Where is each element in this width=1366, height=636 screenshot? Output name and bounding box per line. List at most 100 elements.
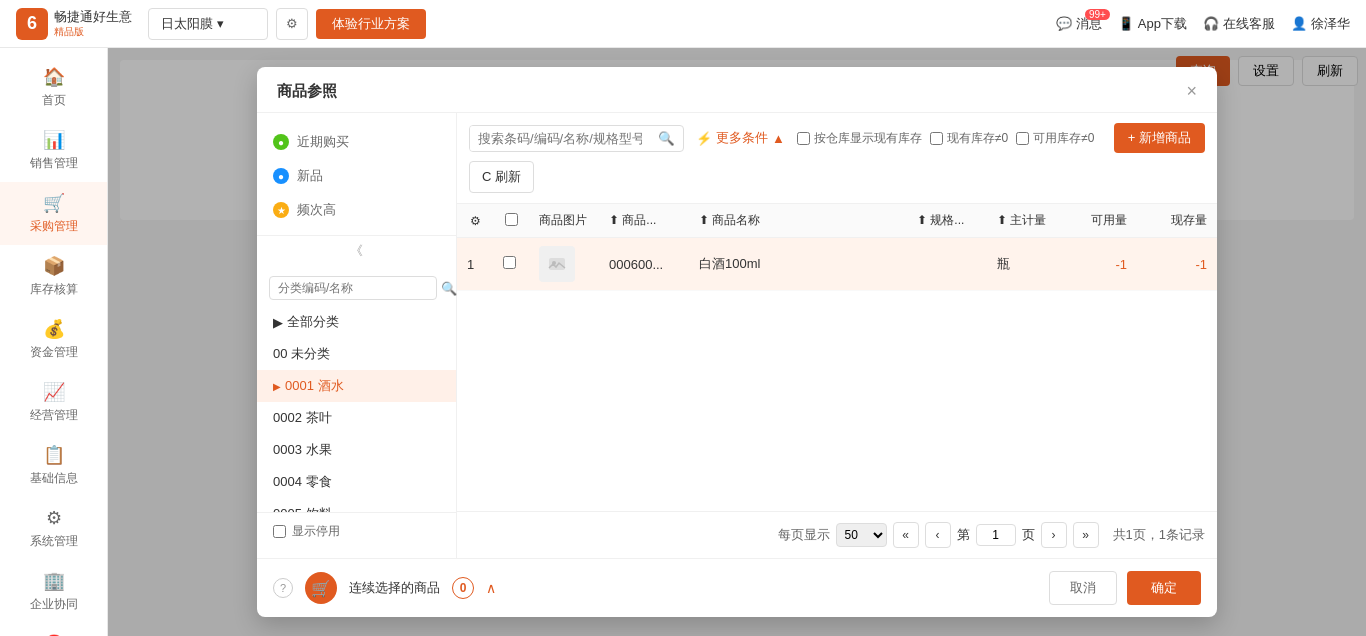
footer-collapse-icon[interactable]: ∧ <box>486 580 496 596</box>
table-header: ⚙ 商品图片 ⬆ 商品... <box>457 204 1217 238</box>
category-list: ▶ 全部分类 00 未分类 ▶ 0001 酒水 0002 茶 <box>257 306 456 512</box>
online-service-nav[interactable]: 🎧 在线客服 <box>1203 15 1275 33</box>
dialog-left-panel: ● 近期购买 ● 新品 ★ 频次高 <box>257 113 457 558</box>
refresh-button[interactable]: C 刷新 <box>469 161 534 193</box>
product-reference-dialog: 商品参照 × ● 近期购买 ● 新 <box>257 67 1217 617</box>
confirm-button[interactable]: 确定 <box>1127 571 1201 605</box>
category-search-input[interactable] <box>269 276 437 300</box>
product-search-wrap: 🔍 <box>469 125 684 152</box>
inventory-icon: 📦 <box>43 255 65 277</box>
user-menu[interactable]: 👤 徐泽华 <box>1291 15 1350 33</box>
page-number-input[interactable] <box>976 524 1016 546</box>
sidebar-item-basic[interactable]: 📋 基础信息 <box>0 434 107 497</box>
filter-icon: ⚡ <box>696 131 712 146</box>
avail-ne0-checkbox[interactable] <box>1016 132 1029 145</box>
sidebar-item-sales[interactable]: 📊 销售管理 <box>0 119 107 182</box>
next-page-button[interactable]: › <box>1041 522 1067 548</box>
show-disabled-checkbox[interactable] <box>273 525 286 538</box>
td-avail: -1 <box>1057 238 1137 291</box>
product-image <box>539 246 575 282</box>
cat-0001-arrow: ▶ <box>273 381 281 392</box>
th-unit[interactable]: ⬆ 主计量 <box>987 204 1057 238</box>
headset-icon: 🎧 <box>1203 16 1219 31</box>
sidebar-item-guide[interactable]: 🎯 新手引导 <box>0 623 107 636</box>
trial-button[interactable]: 体验行业方案 <box>316 9 426 39</box>
row-checkbox[interactable] <box>503 256 516 269</box>
cart-button[interactable]: 🛒 <box>305 572 337 604</box>
last-page-button[interactable]: » <box>1073 522 1099 548</box>
sidebar: 🏠 首页 📊 销售管理 🛒 采购管理 📦 库存核算 💰 资金管理 📈 经营管理 … <box>0 48 108 636</box>
sidebar-item-business[interactable]: 📈 经营管理 <box>0 371 107 434</box>
dialog-footer: ? 🛒 连续选择的商品 0 ∧ 取消 确定 <box>257 558 1217 617</box>
td-unit: 瓶 <box>987 238 1057 291</box>
th-settings[interactable]: ⚙ <box>457 204 493 238</box>
messages-nav[interactable]: 💬 消息 99+ <box>1056 15 1102 33</box>
nav-new[interactable]: ● 新品 <box>257 159 456 193</box>
home-icon: 🏠 <box>43 66 65 88</box>
sidebar-item-inventory[interactable]: 📦 库存核算 <box>0 245 107 308</box>
page-label-pre: 第 <box>957 526 970 544</box>
sidebar-item-enterprise[interactable]: 🏢 企业协同 <box>0 560 107 623</box>
help-icon[interactable]: ? <box>273 578 293 598</box>
filter-arrow-icon: ▲ <box>772 131 785 146</box>
settings-icon[interactable]: ⚙ <box>276 8 308 40</box>
th-spec[interactable]: ⬆ 规格... <box>907 204 987 238</box>
stock-ne0-label[interactable]: 现有库存≠0 <box>930 130 1008 147</box>
store-selector[interactable]: 日太阳膜 ▾ <box>148 8 268 40</box>
prev-page-button[interactable]: ‹ <box>925 522 951 548</box>
cat-0005[interactable]: 0005 饮料 <box>257 498 456 512</box>
recent-dot: ● <box>273 134 289 150</box>
avail-ne0-label[interactable]: 可用库存≠0 <box>1016 130 1094 147</box>
nav-recent[interactable]: ● 近期购买 <box>257 125 456 159</box>
stock-ne0-checkbox[interactable] <box>930 132 943 145</box>
first-page-button[interactable]: « <box>893 522 919 548</box>
dialog-title: 商品参照 <box>277 82 337 101</box>
sales-icon: 📊 <box>43 129 65 151</box>
cat-0002[interactable]: 0002 茶叶 <box>257 402 456 434</box>
freq-dot: ★ <box>273 202 289 218</box>
logo-text: 畅捷通好生意 精品版 <box>54 9 132 39</box>
cat-0003[interactable]: 0003 水果 <box>257 434 456 466</box>
nav-frequent[interactable]: ★ 频次高 <box>257 193 456 227</box>
page-label-post: 页 <box>1022 526 1035 544</box>
finance-icon: 💰 <box>43 318 65 340</box>
footer-left: ? 🛒 连续选择的商品 0 ∧ <box>273 572 496 604</box>
select-all-checkbox[interactable] <box>505 213 518 226</box>
th-stock: 现存量 <box>1137 204 1217 238</box>
sidebar-item-purchase[interactable]: 🛒 采购管理 <box>0 182 107 245</box>
app-download-nav[interactable]: 📱 App下载 <box>1118 15 1187 33</box>
cancel-button[interactable]: 取消 <box>1049 571 1117 605</box>
th-name[interactable]: ⬆ 商品名称 <box>689 204 907 238</box>
th-code[interactable]: ⬆ 商品... <box>599 204 689 238</box>
table-row[interactable]: 1 <box>457 238 1217 291</box>
page-size-select[interactable]: 50 10 20 100 <box>836 523 887 547</box>
sidebar-item-home[interactable]: 🏠 首页 <box>0 56 107 119</box>
modal-overlay: 商品参照 × ● 近期购买 ● 新 <box>108 48 1366 636</box>
product-search-button[interactable]: 🔍 <box>650 126 683 151</box>
sidebar-item-finance[interactable]: 💰 资金管理 <box>0 308 107 371</box>
cat-0001[interactable]: ▶ 0001 酒水 <box>257 370 456 402</box>
category-search-row: 🔍 <box>257 270 456 306</box>
purchase-icon: 🛒 <box>43 192 65 214</box>
warehouse-checkbox-label[interactable]: 按仓库显示现有库存 <box>797 130 922 147</box>
warehouse-checkbox[interactable] <box>797 132 810 145</box>
th-avail[interactable]: 可用量 <box>1057 204 1137 238</box>
category-search-icon[interactable]: 🔍 <box>441 281 457 296</box>
top-navbar: 6 畅捷通好生意 精品版 日太阳膜 ▾ ⚙ 体验行业方案 💬 消息 99+ 📱 … <box>0 0 1366 48</box>
product-search-input[interactable] <box>470 126 650 151</box>
td-num: 1 <box>457 238 493 291</box>
dialog-close-button[interactable]: × <box>1186 81 1197 102</box>
cat-uncategorized[interactable]: 00 未分类 <box>257 338 456 370</box>
add-product-button[interactable]: + 新增商品 <box>1114 123 1205 153</box>
app-body: 🏠 首页 📊 销售管理 🛒 采购管理 📦 库存核算 💰 资金管理 📈 经营管理 … <box>0 48 1366 636</box>
basic-icon: 📋 <box>43 444 65 466</box>
cat-0004[interactable]: 0004 零食 <box>257 466 456 498</box>
sidebar-item-system[interactable]: ⚙ 系统管理 <box>0 497 107 560</box>
cat-all[interactable]: ▶ 全部分类 <box>257 306 456 338</box>
nav-right: 💬 消息 99+ 📱 App下载 🎧 在线客服 👤 徐泽华 <box>1056 15 1350 33</box>
more-filter-button[interactable]: ⚡ 更多条件 ▲ <box>692 125 789 151</box>
selection-count: 0 <box>452 577 474 599</box>
collapse-button[interactable]: 《 <box>257 235 456 266</box>
filter-bar: 🔍 ⚡ 更多条件 ▲ 按仓库显示现有库存 <box>457 113 1217 204</box>
new-dot: ● <box>273 168 289 184</box>
